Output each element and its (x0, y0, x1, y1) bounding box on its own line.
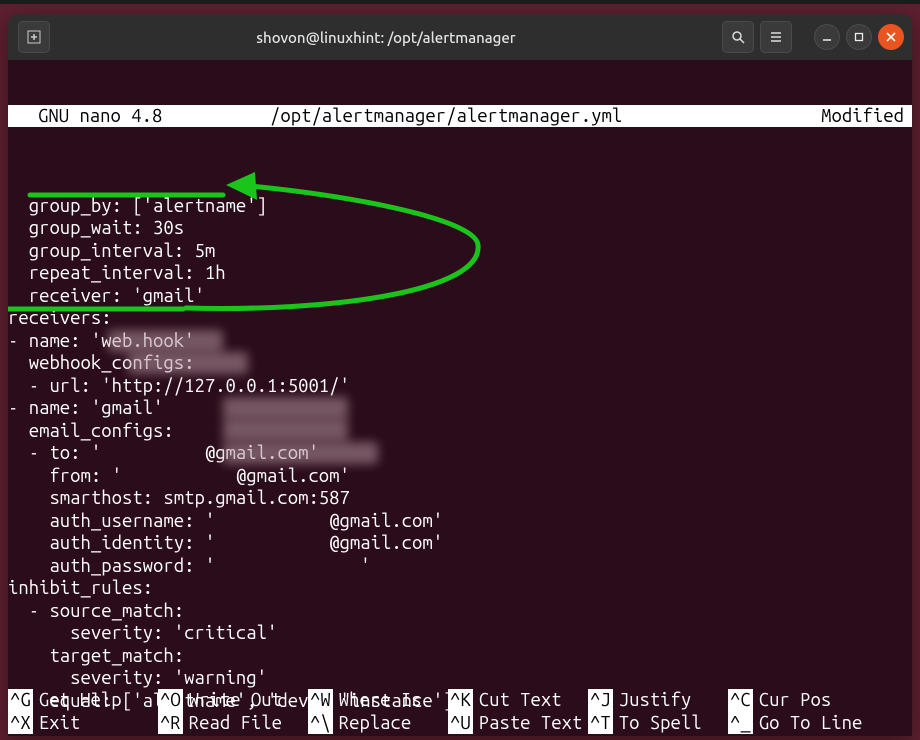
minimize-button[interactable] (814, 24, 840, 50)
shortcut-key: ^T (588, 712, 613, 735)
code-line: from: ' @gmail.com' (8, 465, 912, 488)
nano-shortcut-bar: ^GGet Help^OWrite Out^WWhere Is^KCut Tex… (8, 689, 912, 734)
code-line: group_wait: 30s (8, 217, 912, 240)
code-line: auth_identity: ' @gmail.com' (8, 532, 912, 555)
redacted-block (223, 442, 378, 464)
terminal-body[interactable]: GNU nano 4.8 /opt/alertmanager/alertmana… (8, 60, 912, 736)
shortcut-item: ^TTo Spell (588, 712, 728, 735)
nano-file-path: /opt/alertmanager/alertmanager.yml (260, 105, 780, 127)
code-line: auth_username: ' @gmail.com' (8, 510, 912, 533)
redacted-block (223, 419, 348, 441)
shortcut-key: ^U (448, 712, 473, 735)
window-title: shovon@linuxhint: /opt/alertmanager (50, 29, 722, 46)
code-line: severity: 'warning' (8, 667, 912, 690)
shortcut-label: Read File (183, 712, 282, 735)
shortcut-key: ^R (158, 712, 183, 735)
shortcut-key: ^J (588, 689, 613, 712)
close-button[interactable] (878, 24, 904, 50)
shortcut-item: ^OWrite Out (158, 689, 308, 712)
shortcut-item: ^\Replace (308, 712, 448, 735)
redacted-block (108, 330, 223, 352)
shortcut-label: Cut Text (473, 689, 562, 712)
code-line: repeat_interval: 1h (8, 262, 912, 285)
shortcut-item: ^RRead File (158, 712, 308, 735)
shortcut-item: ^XExit (8, 712, 158, 735)
search-button[interactable] (722, 21, 754, 53)
code-line: smarthost: smtp.gmail.com:587 (8, 487, 912, 510)
code-line: inhibit_rules: (8, 577, 912, 600)
shortcut-item: ^_Go To Line (728, 712, 878, 735)
shortcut-key: ^_ (728, 712, 753, 735)
redacted-block (223, 397, 348, 419)
shortcut-key: ^\ (308, 712, 333, 735)
shortcut-key: ^K (448, 689, 473, 712)
shortcut-label: Get Help (33, 689, 122, 712)
code-line: group_interval: 5m (8, 240, 912, 263)
code-line: - to: ' @gmail.com' (8, 442, 912, 465)
code-line: receivers: (8, 307, 912, 330)
shortcut-key: ^G (8, 689, 33, 712)
shortcut-label: Replace (333, 712, 412, 735)
shortcut-item: ^JJustify (588, 689, 728, 712)
shortcut-label: Write Out (183, 689, 282, 712)
code-line: receiver: 'gmail' (8, 285, 912, 308)
code-line: email_configs: (8, 420, 912, 443)
code-line: auth_password: ' ' (8, 555, 912, 578)
redacted-block (128, 352, 248, 374)
code-line: target_match: (8, 645, 912, 668)
code-line: - source_match: (8, 600, 912, 623)
shortcut-item: ^CCur Pos (728, 689, 878, 712)
shortcut-label: Where Is (333, 689, 422, 712)
shortcut-key: ^X (8, 712, 33, 735)
terminal-window: shovon@linuxhint: /opt/alertmanager GNU … (8, 14, 912, 736)
shortcut-item: ^GGet Help (8, 689, 158, 712)
shortcut-label: Exit (33, 712, 80, 735)
code-line: severity: 'critical' (8, 622, 912, 645)
editor-content[interactable]: group_by: ['alertname'] group_wait: 30s … (8, 195, 912, 713)
new-tab-button[interactable] (18, 21, 50, 53)
shortcut-label: To Spell (613, 712, 702, 735)
window-titlebar: shovon@linuxhint: /opt/alertmanager (8, 14, 912, 60)
shortcut-item: ^UPaste Text (448, 712, 588, 735)
code-line: - name: 'gmail' (8, 397, 912, 420)
shortcut-key: ^W (308, 689, 333, 712)
shortcut-key: ^O (158, 689, 183, 712)
nano-header-bar: GNU nano 4.8 /opt/alertmanager/alertmana… (8, 105, 912, 127)
shortcut-label: Justify (613, 689, 692, 712)
shortcut-item: ^KCut Text (448, 689, 588, 712)
code-line: group_by: ['alertname'] (8, 195, 912, 218)
menu-button[interactable] (760, 21, 792, 53)
shortcut-label: Go To Line (753, 712, 863, 735)
nano-status: Modified (780, 105, 910, 127)
code-line: - url: 'http://127.0.0.1:5001/' (8, 375, 912, 398)
shortcut-label: Cur Pos (753, 689, 832, 712)
shortcut-label: Paste Text (473, 712, 583, 735)
nano-app-name: GNU nano 4.8 (10, 105, 260, 127)
shortcut-key: ^C (728, 689, 753, 712)
top-panel (0, 0, 920, 4)
maximize-button[interactable] (846, 24, 872, 50)
shortcut-item: ^WWhere Is (308, 689, 448, 712)
